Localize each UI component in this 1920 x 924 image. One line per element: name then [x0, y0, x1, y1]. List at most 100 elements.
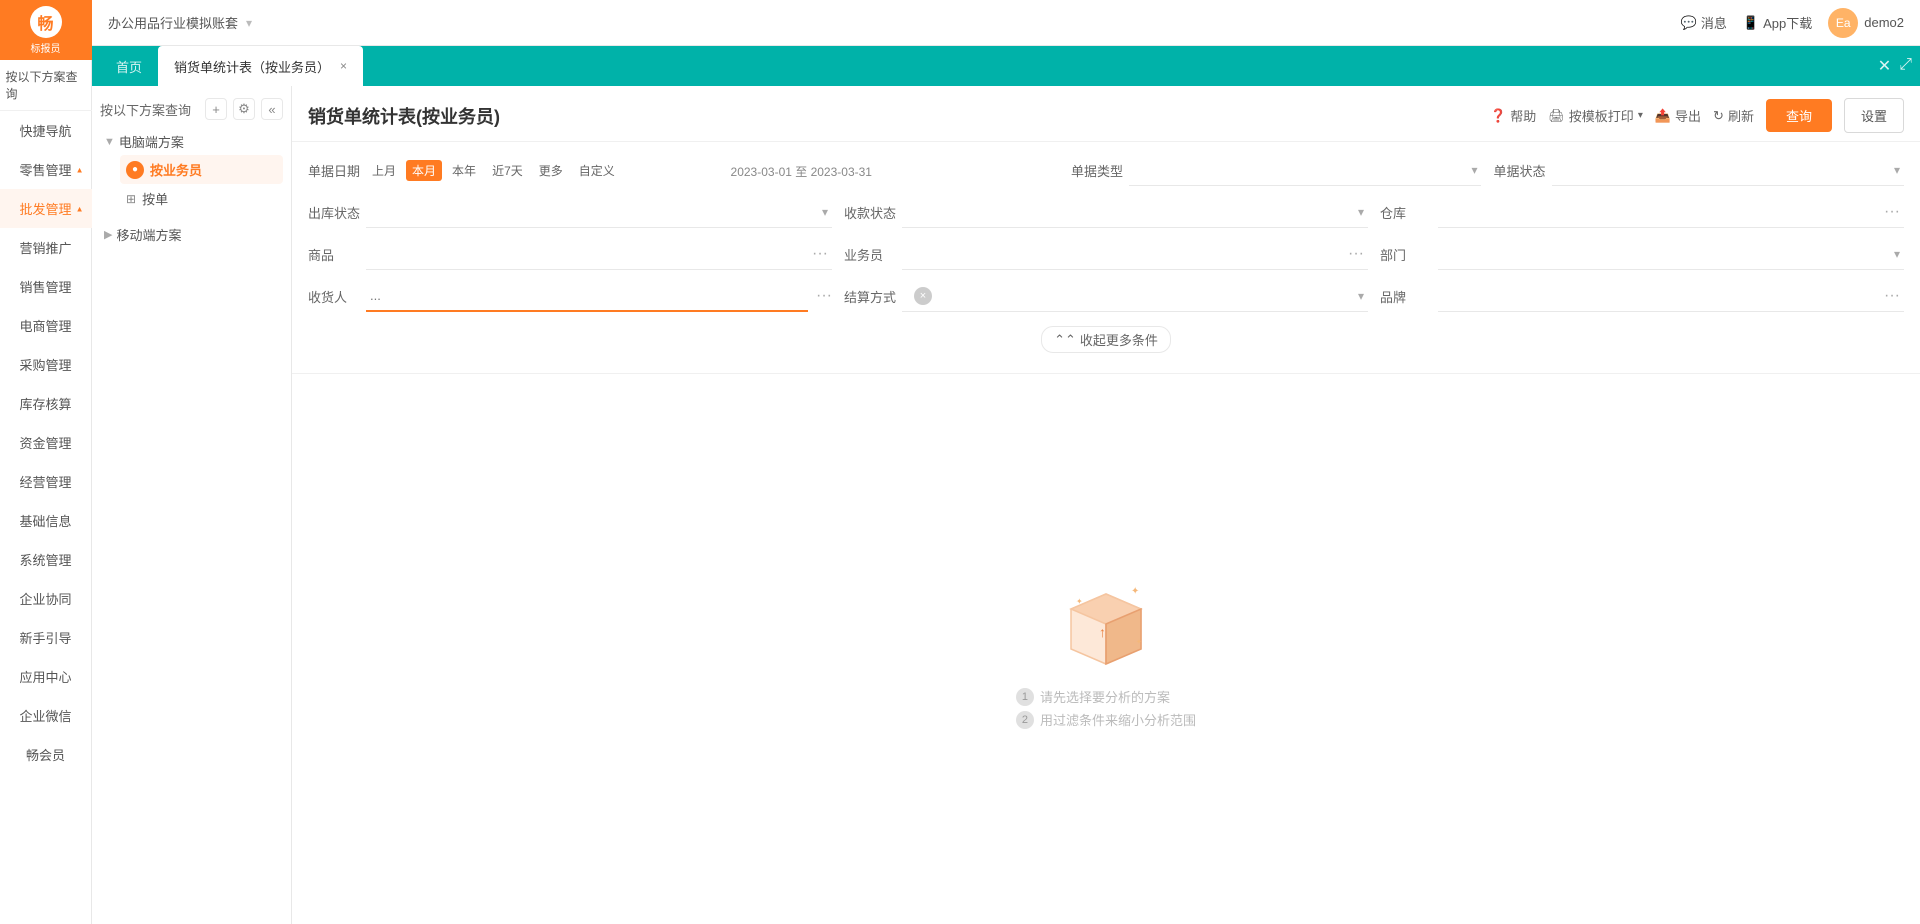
date-tab-lastmonth[interactable]: 上月 — [366, 160, 402, 181]
help-icon: ❓ — [1490, 108, 1506, 124]
empty-hint-1: 1 请先选择要分析的方案 — [1016, 687, 1170, 706]
settlement-select[interactable]: × ▾ — [902, 280, 1368, 312]
tab-expand-icon[interactable]: ⤢ — [1899, 56, 1912, 76]
tab-pin-icon[interactable]: ✕ — [1878, 56, 1891, 76]
mobile-section-item[interactable]: ▶ 移动端方案 — [100, 221, 283, 248]
sidebar-item-marketing[interactable]: 营销推广 — [0, 228, 92, 267]
scheme-order-label: 按单 — [142, 189, 168, 208]
goods-select[interactable]: ··· — [366, 238, 832, 270]
settings-button[interactable]: 设置 — [1844, 98, 1904, 133]
dept-select[interactable]: ▾ — [1438, 238, 1904, 270]
left-panel-icons: + ⚙ « — [205, 98, 283, 120]
hint-2-text: 用过滤条件来缩小分析范围 — [1040, 710, 1196, 729]
sidebar-item-retail[interactable]: 零售管理 — [0, 150, 92, 189]
settings-icon: ⚙ — [238, 101, 250, 117]
tree-arrow-mobile-icon: ▶ — [104, 228, 112, 241]
sidebar-item-ecommerce[interactable]: 电商管理 — [0, 306, 92, 345]
brand-select[interactable]: ··· — [1438, 280, 1904, 312]
filter-doc-status: 单据状态 ▾ — [1493, 154, 1904, 186]
tab-home[interactable]: 首页 — [100, 46, 158, 86]
sidebar-item-label: 基础信息 — [19, 511, 71, 530]
tab-bar: 首页 销货单统计表（按业务员） × ✕ ⤢ — [92, 46, 1920, 86]
sidebar-item-basic[interactable]: 基础信息 — [0, 501, 92, 540]
user-menu[interactable]: Ea demo2 — [1828, 8, 1904, 38]
refresh-icon: ↻ — [1713, 108, 1724, 124]
date-range-display: 2023-03-01 至 2023-03-31 — [731, 163, 1059, 180]
salesperson-select[interactable]: ··· — [902, 238, 1368, 270]
query-button[interactable]: 查询 — [1766, 99, 1832, 132]
tab-active[interactable]: 销货单统计表（按业务员） × — [158, 46, 363, 86]
scheme-order-icon: ⊞ — [126, 192, 136, 206]
warehouse-label: 仓库 — [1380, 203, 1432, 222]
scheme-order[interactable]: ⊞ 按单 — [120, 184, 283, 213]
export-icon: 📤 — [1655, 108, 1671, 124]
sidebar-item-label: 畅会员 — [26, 745, 65, 764]
date-tab-7days[interactable]: 近7天 — [486, 160, 529, 181]
dept-chevron-icon: ▾ — [1894, 247, 1900, 261]
export-label: 导出 — [1675, 106, 1701, 125]
tab-bar-actions: ✕ ⤢ — [1878, 56, 1912, 76]
breadcrumb-title: 办公用品行业模拟账套 — [108, 13, 238, 32]
settlement-clear-btn[interactable]: × — [914, 287, 932, 305]
ship-status-select[interactable]: ▾ — [366, 196, 832, 228]
right-panel: 销货单统计表(按业务员) ❓ 帮助 🖨 按模板打印 ▾ 📤 导出 — [292, 86, 1920, 924]
sidebar-item-appcenter[interactable]: 应用中心 — [0, 657, 92, 696]
tab-close-btn[interactable]: × — [340, 59, 347, 73]
filter-salesperson: 业务员 ··· — [844, 238, 1368, 270]
svg-text:✦: ✦ — [1136, 638, 1142, 646]
sidebar-item-purchase[interactable]: 采购管理 — [0, 345, 92, 384]
date-tab-thismonth[interactable]: 本月 — [406, 160, 442, 181]
date-tab-more[interactable]: 更多 — [533, 160, 569, 181]
sidebar-item-newguide[interactable]: 新手引导 — [0, 618, 92, 657]
help-label: 帮助 — [1510, 106, 1536, 125]
collapse-panel-btn[interactable]: « — [261, 98, 283, 120]
add-scheme-btn[interactable]: + — [205, 98, 227, 120]
print-label: 按模板打印 — [1569, 106, 1634, 125]
receiver-input[interactable] — [366, 280, 808, 312]
settings-scheme-btn[interactable]: ⚙ — [233, 98, 255, 120]
print-btn[interactable]: 🖨 按模板打印 ▾ — [1548, 106, 1643, 125]
tree-arrow-icon: ▼ — [104, 136, 115, 148]
hint-1-text: 请先选择要分析的方案 — [1040, 687, 1170, 706]
print-arrow-icon: ▾ — [1638, 110, 1643, 121]
collapse-btn[interactable]: ⌃⌃ 收起更多条件 — [1041, 326, 1171, 353]
desktop-section-item[interactable]: ▼ 电脑端方案 — [100, 128, 283, 155]
scheme-salesperson[interactable]: ● 按业务员 — [120, 155, 283, 184]
app-download-btn[interactable]: 📱 App下载 — [1743, 13, 1812, 32]
date-tab-thisyear[interactable]: 本年 — [446, 160, 482, 181]
collapse-bar: ⌃⌃ 收起更多条件 — [308, 322, 1904, 361]
sidebar-item-operations[interactable]: 经营管理 — [0, 462, 92, 501]
date-filter-area: 上月 本月 本年 近7天 更多 自定义 — [366, 160, 719, 181]
warehouse-select[interactable]: ··· — [1438, 196, 1904, 228]
warehouse-dots-icon: ··· — [1884, 203, 1900, 221]
sidebar-item-wholesale[interactable]: 批发管理 — [0, 189, 92, 228]
sidebar-item-label: 零售管理 — [19, 160, 71, 179]
hint-num-2: 2 — [1016, 711, 1034, 729]
receiver-dots-icon: ··· — [816, 287, 832, 305]
sidebar-item-finance[interactable]: 资金管理 — [0, 423, 92, 462]
sidebar-item-member[interactable]: 畅会员 — [0, 735, 92, 774]
sidebar-item-sales[interactable]: 销售管理 — [0, 267, 92, 306]
top-header: 办公用品行业模拟账套 ▾ 💬 消息 📱 App下载 Ea demo2 — [92, 0, 1920, 46]
date-tab-custom[interactable]: 自定义 — [573, 160, 621, 181]
sidebar-item-system[interactable]: 系统管理 — [0, 540, 92, 579]
scheme-salesperson-label: 按业务员 — [150, 160, 202, 179]
message-btn[interactable]: 💬 消息 — [1681, 13, 1727, 32]
sidebar-search[interactable]: 按以下方案查询 — [0, 60, 92, 111]
content-area: 按以下方案查询 + ⚙ « ▼ 电脑端方案 — [92, 86, 1920, 924]
sidebar-item-enterprise[interactable]: 企业协同 — [0, 579, 92, 618]
export-btn[interactable]: 📤 导出 — [1655, 106, 1701, 125]
sidebar-item-label: 系统管理 — [19, 550, 71, 569]
header-right: 💬 消息 📱 App下载 Ea demo2 — [1681, 8, 1904, 38]
help-btn[interactable]: ❓ 帮助 — [1490, 106, 1536, 125]
sidebar-item-inventory[interactable]: 库存核算 — [0, 384, 92, 423]
sidebar-item-quicknav[interactable]: 快捷导航 — [0, 111, 92, 150]
filter-row-1: 单据日期 上月 本月 本年 近7天 更多 自定义 — [308, 154, 1904, 186]
payment-status-label: 收款状态 — [844, 203, 896, 222]
refresh-btn[interactable]: ↻ 刷新 — [1713, 106, 1754, 125]
payment-status-select[interactable]: ▾ — [902, 196, 1368, 228]
breadcrumb-arrow: ▾ — [246, 16, 252, 30]
doc-status-select[interactable]: ▾ — [1552, 154, 1905, 186]
doc-type-select[interactable]: ▾ — [1129, 154, 1482, 186]
sidebar-item-wechat[interactable]: 企业微信 — [0, 696, 92, 735]
